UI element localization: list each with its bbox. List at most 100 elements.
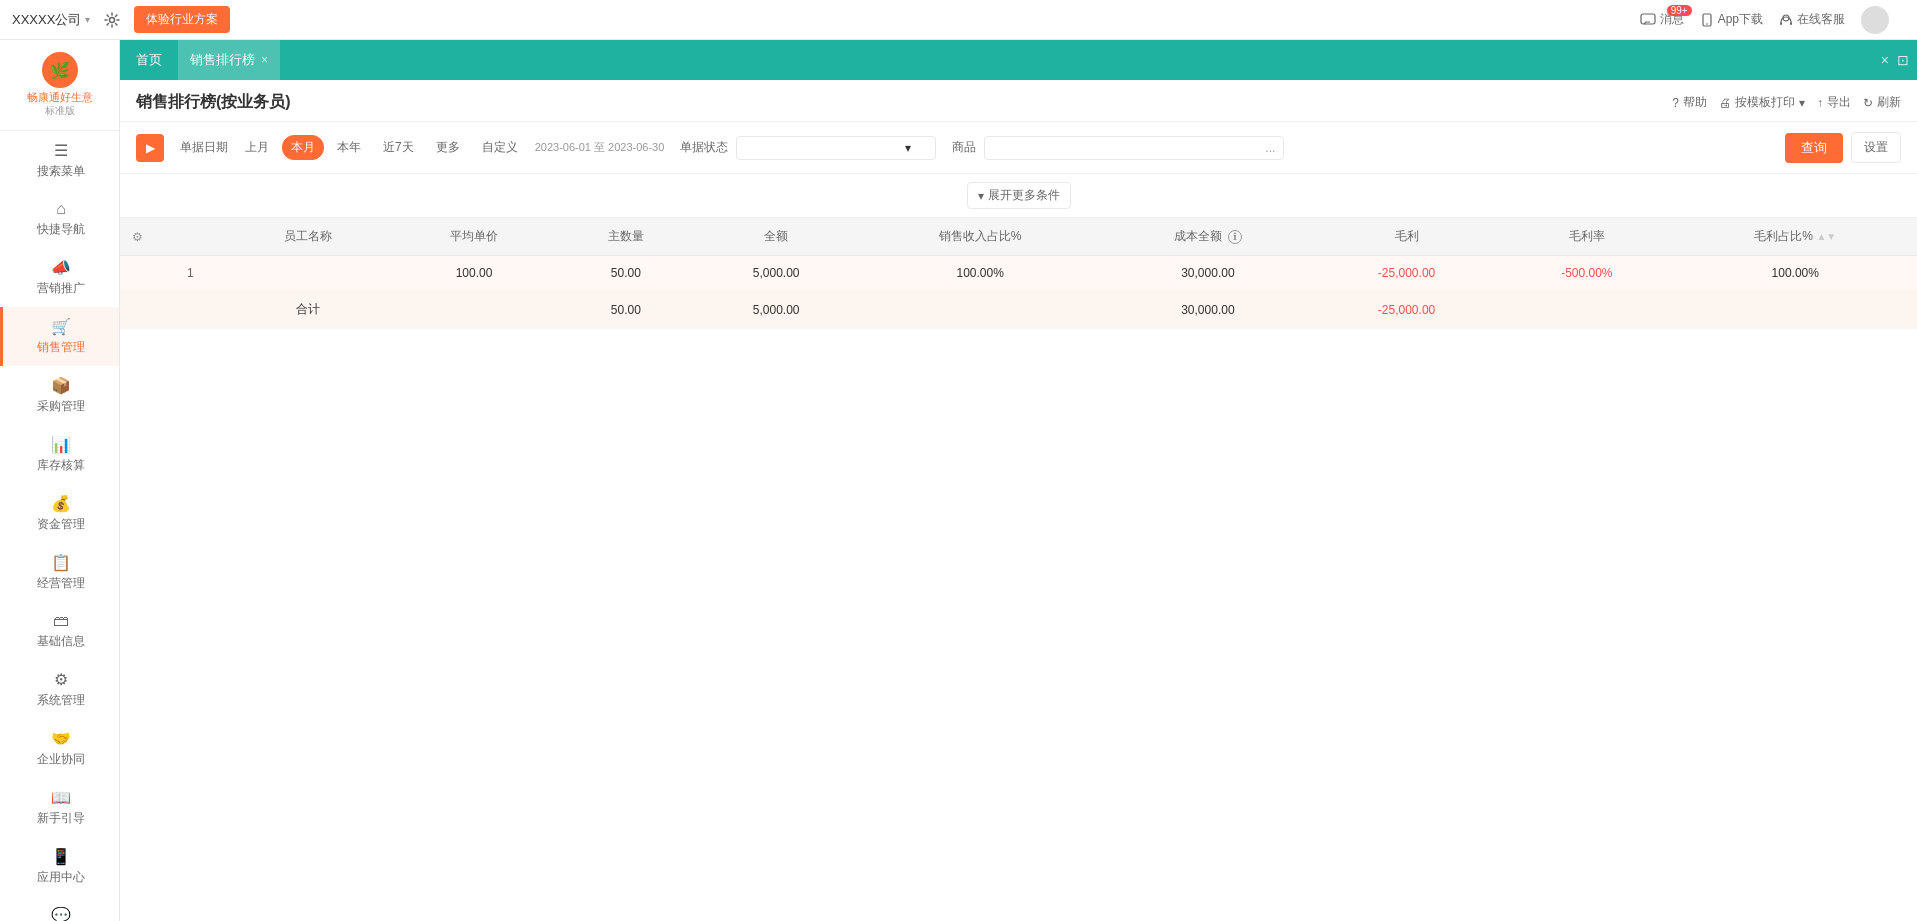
last-month-btn[interactable]: 上月 bbox=[236, 135, 278, 160]
col-settings-icon[interactable]: ⚙ bbox=[132, 230, 143, 244]
col-settings[interactable]: ⚙ bbox=[120, 218, 155, 256]
cost-info-icon[interactable]: ℹ bbox=[1228, 230, 1242, 244]
expand-more-button[interactable]: ▾ 展开更多条件 bbox=[967, 182, 1071, 209]
sidebar-item-operations[interactable]: 📋 经营管理 bbox=[0, 543, 119, 602]
print-label: 按模板打印 bbox=[1735, 94, 1795, 111]
col-main-qty: 主数量 bbox=[557, 218, 695, 256]
last7days-btn[interactable]: 近7天 bbox=[374, 135, 423, 160]
date-filter-label: 单据日期 bbox=[180, 139, 228, 156]
export-icon: ↑ bbox=[1817, 96, 1823, 110]
table-cell: 30,000.00 bbox=[1103, 256, 1313, 291]
svg-point-0 bbox=[110, 17, 115, 22]
more-btn[interactable]: 更多 bbox=[427, 135, 469, 160]
help-button[interactable]: ? 帮助 bbox=[1672, 94, 1707, 111]
table-cell bbox=[226, 256, 392, 291]
table-cell: 5,000.00 bbox=[695, 256, 858, 291]
tab-sales-ranking[interactable]: 销售排行榜 × bbox=[178, 40, 280, 80]
page-title: 销售排行榜(按业务员) bbox=[136, 92, 291, 113]
online-service-button[interactable]: 在线客服 bbox=[1779, 11, 1845, 28]
tab-sales-ranking-label: 销售排行榜 bbox=[190, 51, 255, 69]
col-gross-margin: 毛利率 bbox=[1500, 218, 1673, 256]
print-button[interactable]: 🖨 按模板打印 ▾ bbox=[1719, 94, 1805, 111]
operations-icon: 📋 bbox=[51, 553, 71, 572]
expand-more-label: 展开更多条件 bbox=[988, 187, 1060, 204]
window-close-icon[interactable]: × bbox=[1881, 52, 1889, 68]
message-icon bbox=[1640, 12, 1656, 28]
filter-bar: ▶ 单据日期 上月 本月 本年 近7天 更多 自定义 2023-06-01 至 … bbox=[120, 122, 1917, 174]
footer-gross-pct bbox=[1674, 291, 1917, 329]
expand-chevron-icon: ▾ bbox=[978, 189, 984, 203]
settings-icon-btn[interactable] bbox=[98, 6, 126, 34]
table-footer-row: 合计 50.00 5,000.00 30,000.00 -25,000.00 bbox=[120, 291, 1917, 329]
sidebar-item-app-center[interactable]: 📱 应用中心 bbox=[0, 837, 119, 896]
sidebar-item-purchase-label: 采购管理 bbox=[37, 398, 85, 415]
window-restore-icon[interactable]: ⊡ bbox=[1897, 52, 1909, 68]
print-icon: 🖨 bbox=[1719, 96, 1731, 110]
footer-gross-margin bbox=[1500, 291, 1673, 329]
sidebar-item-system[interactable]: ⚙ 系统管理 bbox=[0, 660, 119, 719]
table-header-row: ⚙ 员工名称 平均单价 主数量 bbox=[120, 218, 1917, 256]
sidebar-item-corp[interactable]: 🤝 企业协同 bbox=[0, 719, 119, 778]
collapse-button[interactable]: ▶ bbox=[136, 134, 164, 162]
col-gross-pct: 毛利占比% ▲▼ bbox=[1674, 218, 1917, 256]
refresh-button[interactable]: ↻ 刷新 bbox=[1863, 94, 1901, 111]
trial-button[interactable]: 体验行业方案 bbox=[134, 6, 230, 33]
sidebar-item-guide[interactable]: 📖 新手引导 bbox=[0, 778, 119, 837]
company-chevron-icon: ▾ bbox=[85, 14, 90, 25]
sidebar-item-inventory-label: 库存核算 bbox=[37, 457, 85, 474]
tab-bar-right: × ⊡ bbox=[1873, 52, 1917, 68]
footer-cost-amount: 30,000.00 bbox=[1103, 291, 1313, 329]
export-button[interactable]: ↑ 导出 bbox=[1817, 94, 1851, 111]
data-table: ⚙ 员工名称 平均单价 主数量 bbox=[120, 218, 1917, 329]
sidebar-item-inventory[interactable]: 📊 库存核算 bbox=[0, 425, 119, 484]
sidebar-item-search[interactable]: ☰ 搜索菜单 bbox=[0, 131, 119, 190]
date-filter-group: 上月 本月 本年 近7天 更多 自定义 bbox=[236, 135, 527, 160]
sidebar-item-guide-label: 新手引导 bbox=[37, 810, 85, 827]
marketing-icon: 📣 bbox=[51, 258, 71, 277]
col-employee-name: 员工名称 bbox=[226, 218, 392, 256]
company-name: XXXXX公司 bbox=[12, 11, 81, 29]
gross-pct-sort-icon[interactable]: ▲▼ bbox=[1816, 231, 1836, 242]
app-download-button[interactable]: App下载 bbox=[1700, 11, 1763, 28]
page-settings-button[interactable]: 设置 bbox=[1851, 132, 1901, 163]
status-dropdown[interactable]: ▾ bbox=[736, 136, 936, 160]
table-container: ⚙ 员工名称 平均单价 主数量 bbox=[120, 218, 1917, 329]
home-icon: ⌂ bbox=[56, 200, 66, 218]
sidebar-item-app-center-label: 应用中心 bbox=[37, 869, 85, 886]
sidebar-item-basic[interactable]: 🗃 基础信息 bbox=[0, 602, 119, 660]
table-footer: 合计 50.00 5,000.00 30,000.00 -25,000.00 bbox=[120, 291, 1917, 329]
sidebar-item-marketing[interactable]: 📣 营销推广 bbox=[0, 248, 119, 307]
sidebar-item-operations-label: 经营管理 bbox=[37, 575, 85, 592]
sidebar-item-quick-nav[interactable]: ⌂ 快捷导航 bbox=[0, 190, 119, 248]
this-month-btn[interactable]: 本月 bbox=[282, 135, 324, 160]
footer-amount: 5,000.00 bbox=[695, 291, 858, 329]
top-bar: XXXXX公司 ▾ 体验行业方案 消息 99+ App下载 bbox=[0, 0, 1917, 40]
custom-btn[interactable]: 自定义 bbox=[473, 135, 527, 160]
message-button[interactable]: 消息 99+ bbox=[1640, 11, 1684, 28]
company-selector[interactable]: XXXXX公司 ▾ bbox=[12, 11, 90, 29]
user-avatar[interactable] bbox=[1861, 6, 1889, 34]
sidebar-item-wechat[interactable]: 💬 企业微信 bbox=[0, 896, 119, 921]
goods-field[interactable]: ... bbox=[984, 136, 1284, 160]
this-year-btn[interactable]: 本年 bbox=[328, 135, 370, 160]
help-label: 帮助 bbox=[1683, 94, 1707, 111]
sidebar-item-system-label: 系统管理 bbox=[37, 692, 85, 709]
footer-gross-profit: -25,000.00 bbox=[1313, 291, 1500, 329]
status-filter-section: 单据状态 ▾ bbox=[680, 136, 936, 160]
main-layout: 🌿 畅康通好生意 标准版 ☰ 搜索菜单 ⌂ 快捷导航 📣 营销推广 🛒 销售管理… bbox=[0, 40, 1917, 921]
sales-icon: 🛒 bbox=[51, 317, 71, 336]
tab-home[interactable]: 首页 bbox=[120, 40, 178, 80]
sidebar-item-sales[interactable]: 🛒 销售管理 bbox=[0, 307, 119, 366]
headset-icon bbox=[1779, 13, 1793, 27]
sidebar-item-purchase[interactable]: 📦 采购管理 bbox=[0, 366, 119, 425]
corp-icon: 🤝 bbox=[51, 729, 71, 748]
table-cell bbox=[120, 256, 155, 291]
sidebar-item-finance[interactable]: 💰 资金管理 bbox=[0, 484, 119, 543]
table-cell: 1 bbox=[155, 256, 226, 291]
top-bar-right: 消息 99+ App下载 在线客服 bbox=[1640, 6, 1905, 34]
tab-close-icon[interactable]: × bbox=[261, 53, 268, 67]
footer-settings bbox=[120, 291, 155, 329]
query-button[interactable]: 查询 bbox=[1785, 133, 1843, 163]
tab-bar: 首页 销售排行榜 × × ⊡ bbox=[120, 40, 1917, 80]
goods-more-icon[interactable]: ... bbox=[1265, 141, 1275, 155]
